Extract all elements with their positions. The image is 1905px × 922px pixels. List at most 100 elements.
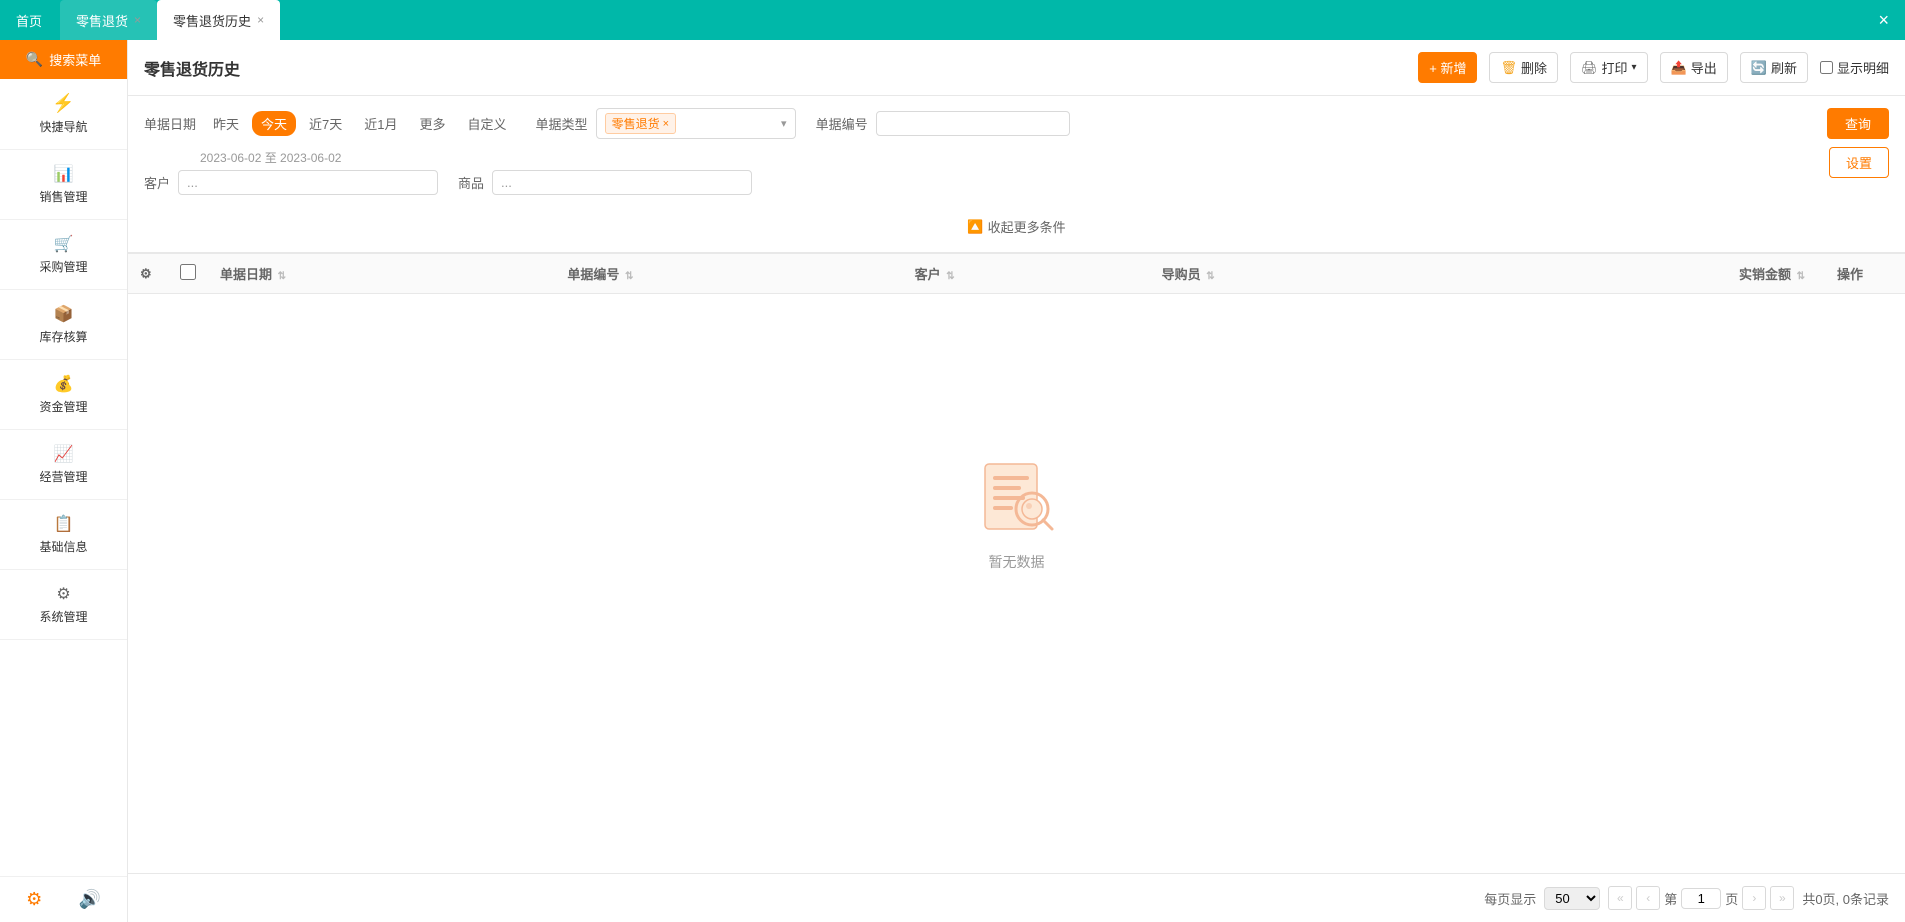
prev-page-button[interactable]: ‹ [1636, 886, 1660, 910]
voucher-no-label: 单据编号 [816, 114, 868, 133]
sort-voucher-date-icon: ⇅ [278, 271, 286, 282]
page-number-input[interactable] [1681, 888, 1721, 909]
show-detail-label: 显示明细 [1837, 58, 1889, 77]
sidebar-item-system-mgmt[interactable]: ⚙ 系统管理 [0, 570, 127, 640]
filter-voucher-date: 单据日期 昨天 今天 近7天 近1月 更多 自定义 [144, 111, 516, 136]
show-detail-checkbox-label[interactable]: 显示明细 [1820, 58, 1889, 77]
sidebar-search[interactable]: 🔍 搜索菜单 [0, 40, 127, 79]
page-size-select[interactable]: 10 20 50 100 [1544, 887, 1600, 910]
query-button[interactable]: 查询 [1827, 108, 1889, 139]
th-voucher-no[interactable]: 单据编号 ⇅ [555, 254, 902, 294]
sidebar-item-sales-mgmt-label: 销售管理 [39, 188, 87, 205]
filter-area: 单据日期 昨天 今天 近7天 近1月 更多 自定义 [128, 96, 1905, 253]
tab-retail-return-history[interactable]: 零售退货历史 × [157, 0, 280, 40]
delete-label: 删除 [1521, 58, 1547, 77]
th-guide-label: 导购员 [1162, 267, 1201, 282]
goods-select[interactable]: ... [492, 170, 752, 195]
operations-icon: 📈 [54, 444, 74, 464]
voucher-type-tag-close[interactable]: × [663, 118, 669, 130]
th-guide[interactable]: 导购员 ⇅ [1150, 254, 1447, 294]
new-button[interactable]: + 新增 [1418, 52, 1477, 83]
sort-guide-icon: ⇅ [1206, 271, 1214, 282]
window-close-button[interactable]: × [1878, 10, 1889, 31]
export-button[interactable]: 📤 导出 [1660, 52, 1728, 83]
tab-retail-return-history-label: 零售退货历史 [173, 11, 251, 30]
sidebar-item-quick-nav-label: 快捷导航 [39, 118, 87, 135]
refresh-button[interactable]: 🔄 刷新 [1740, 52, 1808, 83]
collapse-button[interactable]: 🔼 收起更多条件 [967, 213, 1065, 240]
column-settings-icon[interactable]: ⚙ [140, 266, 152, 281]
sidebar-item-quick-nav[interactable]: ⚡ 快捷导航 [0, 79, 127, 150]
show-detail-checkbox[interactable] [1820, 61, 1833, 74]
filter-row-1: 单据日期 昨天 今天 近7天 近1月 更多 自定义 [144, 108, 1811, 139]
customer-label: 客户 [144, 173, 170, 192]
select-all-checkbox[interactable] [180, 264, 196, 280]
quick-nav-icon: ⚡ [52, 93, 74, 114]
date-btn-custom[interactable]: 自定义 [459, 111, 516, 136]
empty-text: 暂无数据 [989, 552, 1045, 572]
inventory-icon: 📦 [54, 304, 74, 324]
tab-list: 首页 零售退货 × 零售退货历史 × [0, 0, 1878, 40]
print-label: 打印 [1602, 58, 1628, 77]
collapse-label: 收起更多条件 [988, 217, 1066, 236]
set-button[interactable]: 设置 [1829, 147, 1889, 178]
voucher-no-input[interactable] [876, 111, 1070, 136]
tab-retail-return[interactable]: 零售退货 × [60, 0, 157, 40]
th-customer[interactable]: 客户 ⇅ [903, 254, 1150, 294]
search-icon: 🔍 [26, 51, 43, 68]
system-mgmt-icon: ⚙ [56, 584, 70, 604]
page-label-pre: 第 [1664, 889, 1677, 908]
volume-icon[interactable]: 🔊 [78, 889, 100, 910]
sidebar-item-inventory[interactable]: 📦 库存核算 [0, 290, 127, 360]
page-label-post: 页 [1725, 889, 1738, 908]
date-btn-today[interactable]: 今天 [252, 111, 296, 136]
sidebar-item-sales-mgmt[interactable]: 📊 销售管理 [0, 150, 127, 220]
customer-select[interactable]: ... [178, 170, 438, 195]
filter-goods: 商品 ... [458, 170, 752, 195]
settings-bottom-icon[interactable]: ⚙ [26, 889, 42, 910]
refresh-icon: 🔄 [1751, 60, 1767, 76]
sidebar: 🔍 搜索菜单 ⚡ 快捷导航 📊 销售管理 🛒 采购管理 📦 库存核算 💰 资金管… [0, 40, 128, 922]
sidebar-item-operations[interactable]: 📈 经营管理 [0, 430, 127, 500]
date-btn-7days[interactable]: 近7天 [300, 111, 351, 136]
total-text: 共0页, 0条记录 [1802, 889, 1889, 908]
sidebar-item-base-info[interactable]: 📋 基础信息 [0, 500, 127, 570]
date-range-text: 2023-06-02 至 2023-06-02 [200, 151, 341, 165]
th-voucher-date[interactable]: 单据日期 ⇅ [208, 254, 555, 294]
filter-voucher-no: 单据编号 [816, 111, 1070, 136]
sidebar-item-finance[interactable]: 💰 资金管理 [0, 360, 127, 430]
sort-voucher-no-icon: ⇅ [625, 271, 633, 282]
last-page-button[interactable]: » [1770, 886, 1794, 910]
tab-retail-return-history-close[interactable]: × [257, 13, 264, 27]
sidebar-item-purchase-mgmt[interactable]: 🛒 采购管理 [0, 220, 127, 290]
voucher-type-tag-label: 零售退货 [612, 115, 660, 132]
th-actions-label: 操作 [1837, 267, 1863, 282]
filter-right-actions: 查询 设置 [1827, 108, 1889, 178]
tab-retail-return-close[interactable]: × [134, 13, 141, 27]
first-page-button[interactable]: « [1608, 886, 1632, 910]
collapse-up-icon: 🔼 [967, 219, 983, 235]
th-settings[interactable]: ⚙ [128, 254, 168, 294]
table-header: ⚙ 单据日期 ⇅ 单据编号 ⇅ [128, 254, 1905, 294]
empty-row: 暂无数据 [128, 294, 1905, 733]
date-btn-yesterday[interactable]: 昨天 [204, 111, 248, 136]
base-info-icon: 📋 [54, 514, 74, 534]
tab-home[interactable]: 首页 [0, 0, 58, 40]
delete-button[interactable]: 🗑 删除 [1489, 52, 1558, 83]
data-table: ⚙ 单据日期 ⇅ 单据编号 ⇅ [128, 253, 1905, 732]
date-btn-1month[interactable]: 近1月 [355, 111, 406, 136]
next-page-button[interactable]: › [1742, 886, 1766, 910]
table-area: ⚙ 单据日期 ⇅ 单据编号 ⇅ [128, 253, 1905, 873]
date-btn-more[interactable]: 更多 [411, 111, 455, 136]
voucher-type-select[interactable]: 零售退货 × ▾ [596, 108, 796, 139]
print-button[interactable]: 🖨 打印 ▾ [1570, 52, 1648, 83]
empty-icon [967, 454, 1067, 544]
finance-icon: 💰 [54, 374, 74, 394]
sidebar-item-operations-label: 经营管理 [39, 468, 87, 485]
th-actual-amount[interactable]: 实销金额 ⇅ [1447, 254, 1825, 294]
sidebar-item-system-mgmt-label: 系统管理 [39, 608, 87, 625]
purchase-mgmt-icon: 🛒 [54, 234, 74, 254]
tab-home-label: 首页 [16, 11, 42, 30]
print-icon: 🖨 [1581, 60, 1598, 76]
voucher-date-label: 单据日期 [144, 114, 196, 133]
